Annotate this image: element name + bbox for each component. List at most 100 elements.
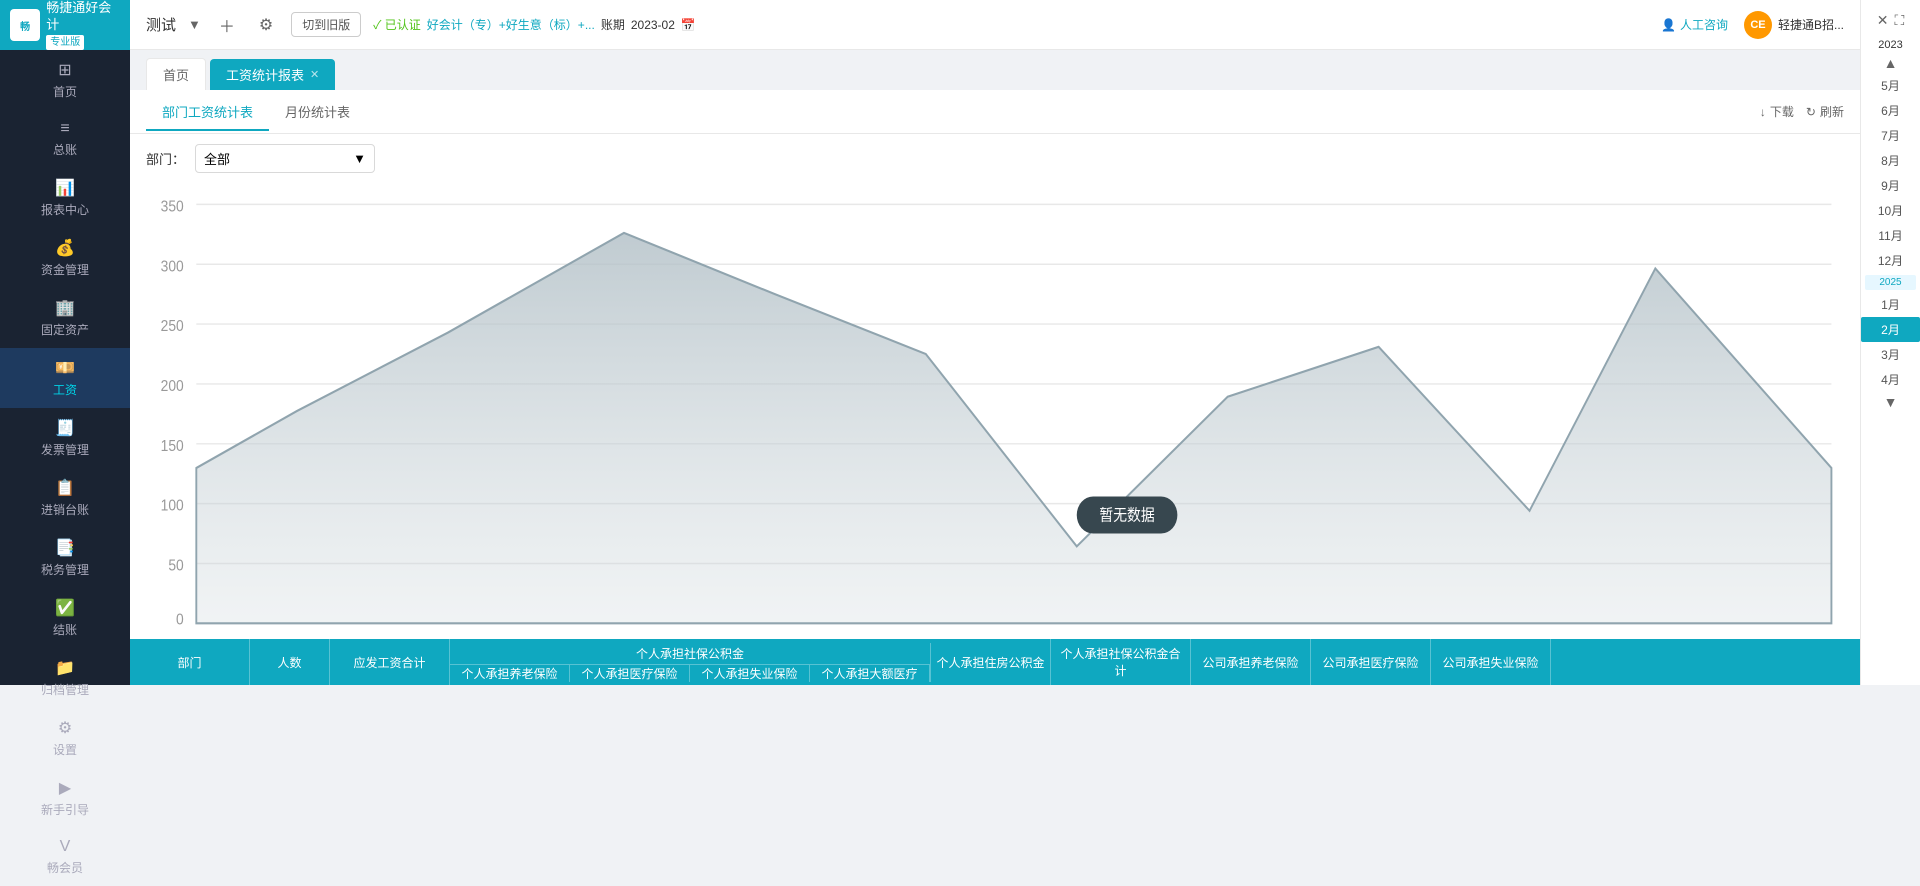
expand-panel-button[interactable]: ⛶ [1894,12,1904,29]
ledger-icon: ≡ [60,120,69,138]
month-3-2025[interactable]: 3月 [1861,342,1920,367]
sub-tabs: 部门工资统计表 月份统计表 ↓ 下载 ↻ 刷新 [130,90,1860,134]
sidebar-item-ledger[interactable]: ≡ 总账 [0,110,130,168]
company-name: 测试 [146,14,176,35]
header: 测试 ▼ ＋ ⚙ 切到旧版 ✓ 已认证 好会计（专）+好生意（标）+... 账期… [130,0,1860,50]
col-personal-major-medical: 个人承担大额医疗 [810,665,930,682]
switch-old-version-button[interactable]: 切到旧版 [291,12,361,37]
report-icon: 📊 [55,178,75,198]
settle-icon: ✅ [55,598,75,618]
invoice-icon: 🧾 [55,418,75,438]
logo-text: 畅捷通好会计 专业版 [46,0,120,50]
sidebar-item-archive[interactable]: 📁 归档管理 [0,648,130,708]
add-button[interactable]: ＋ [213,11,241,39]
sidebar-item-invoice[interactable]: 🧾 发票管理 [0,408,130,468]
sidebar-logo: 畅 畅捷通好会计 专业版 [0,0,130,50]
refresh-button[interactable]: ↻ 刷新 [1806,103,1844,120]
header-right: 👤 人工咨询 CE 轻捷通B招... [1661,11,1844,39]
tabs-bar: 首页 工资统计报表 ✕ [130,50,1860,90]
download-button[interactable]: ↓ 下载 [1760,103,1794,120]
download-icon: ↓ [1760,105,1766,119]
filter-label: 部门： [146,149,185,168]
sidebar-item-asset[interactable]: 🏢 固定资产 [0,288,130,348]
col-dept: 部门 [130,639,250,685]
month-12[interactable]: 12月 [1861,248,1920,273]
tab-salary-report[interactable]: 工资统计报表 ✕ [210,59,335,90]
sidebar-item-purchase[interactable]: 📋 进销台账 [0,468,130,528]
year-2023-label[interactable]: 2023 [1861,37,1920,53]
service-button[interactable]: 👤 人工咨询 [1661,16,1728,33]
sub-tabs-right: ↓ 下载 ↻ 刷新 [1760,103,1844,120]
col-company-pension: 公司承担养老保险 [1191,639,1311,685]
archive-icon: 📁 [55,658,75,678]
tab-home[interactable]: 首页 [146,58,206,90]
header-badges: ✓ 已认证 好会计（专）+好生意（标）+... 账期 2023-02 📅 [373,16,696,33]
month-11[interactable]: 11月 [1861,223,1920,248]
sidebar-item-fund[interactable]: 💰 资金管理 [0,228,130,288]
month-5[interactable]: 5月 [1861,73,1920,98]
sidebar-item-member[interactable]: V 畅会员 [0,828,130,886]
settings-header-button[interactable]: ⚙ [253,13,279,37]
nav-down-button[interactable]: ▼ [1861,392,1920,412]
col-personal-medical: 个人承担医疗保险 [570,665,690,682]
right-panel-header: ✕ ⛶ [1873,8,1909,33]
chevron-down-icon: ▼ [353,151,366,166]
svg-text:100: 100 [161,498,184,515]
right-panel: ✕ ⛶ 2023 ▲ 5月 6月 7月 8月 9月 10月 11月 12月 20… [1860,0,1920,685]
col-personal-unemployment: 个人承担失业保险 [690,665,810,682]
svg-text:0: 0 [176,612,184,629]
user-menu[interactable]: CE 轻捷通B招... [1744,11,1844,39]
month-9[interactable]: 9月 [1861,173,1920,198]
sidebar-item-salary[interactable]: 💴 工资 [0,348,130,408]
sidebar-item-report[interactable]: 📊 报表中心 [0,168,130,228]
svg-text:200: 200 [161,378,184,395]
sub-tab-dept[interactable]: 部门工资统计表 [146,94,269,131]
purchase-icon: 📋 [55,478,75,498]
company-dropdown[interactable]: ▼ [188,17,201,32]
close-panel-button[interactable]: ✕ [1877,12,1889,29]
month-7[interactable]: 7月 [1861,123,1920,148]
sidebar: 畅 畅捷通好会计 专业版 ⊞ 首页 ≡ 总账 📊 报表中心 💰 资金管理 🏢 固… [0,0,130,685]
col-total-salary: 应发工资合计 [330,639,450,685]
user-avatar: CE [1744,11,1772,39]
year-2023-section: 2023 ▲ 5月 6月 7月 8月 9月 10月 11月 12月 2025 1… [1861,33,1920,416]
svg-text:300: 300 [161,259,184,276]
sidebar-item-settle[interactable]: ✅ 结账 [0,588,130,648]
sidebar-item-guide[interactable]: ▶ 新手引导 [0,768,130,828]
month-2-2025[interactable]: 2月 [1861,317,1920,342]
calendar-icon[interactable]: 📅 [681,18,696,32]
svg-text:150: 150 [161,438,184,455]
asset-icon: 🏢 [55,298,75,318]
month-1-2025[interactable]: 1月 [1861,292,1920,317]
home-icon: ⊞ [58,60,71,80]
service-icon: 👤 [1661,18,1676,32]
sidebar-item-home[interactable]: ⊞ 首页 [0,50,130,110]
department-select[interactable]: 全部 ▼ [195,144,375,173]
col-personal-pension: 个人承担养老保险 [450,665,570,682]
filter-row: 部门： 全部 ▼ [130,134,1860,183]
main-area: 测试 ▼ ＋ ⚙ 切到旧版 ✓ 已认证 好会计（专）+好生意（标）+... 账期… [130,0,1860,685]
month-10[interactable]: 10月 [1861,198,1920,223]
tab-close-button[interactable]: ✕ [310,68,319,81]
user-name: 轻捷通B招... [1778,16,1844,33]
month-8[interactable]: 8月 [1861,148,1920,173]
svg-text:暂无数据: 暂无数据 [1099,507,1154,525]
col-company-unemployment: 公司承担失业保险 [1431,639,1551,685]
sub-tab-monthly[interactable]: 月份统计表 [269,94,366,131]
salary-chart: 350 300 250 200 150 100 50 0 [146,183,1844,639]
month-6[interactable]: 6月 [1861,98,1920,123]
salary-icon: 💴 [55,358,75,378]
sidebar-item-settings[interactable]: ⚙ 设置 [0,708,130,768]
col-company-medical: 公司承担医疗保险 [1311,639,1431,685]
sidebar-item-tax[interactable]: 📑 税务管理 [0,528,130,588]
content-area: 部门工资统计表 月份统计表 ↓ 下载 ↻ 刷新 部门： 全 [130,90,1860,685]
nav-up-button[interactable]: ▲ [1861,53,1920,73]
svg-text:350: 350 [161,199,184,216]
sub-tabs-left: 部门工资统计表 月份统计表 [146,94,366,130]
month-4-2025[interactable]: 4月 [1861,367,1920,392]
period-label: 账期 [601,16,625,33]
table-header-row: 部门 人数 应发工资合计 个人承担社保公积金 个人承担养老保险 个人承担医疗保险… [130,639,1860,685]
col-personal-housing-fund: 个人承担住房公积金 [931,639,1051,685]
col-count: 人数 [250,639,330,685]
tax-icon: 📑 [55,538,75,558]
